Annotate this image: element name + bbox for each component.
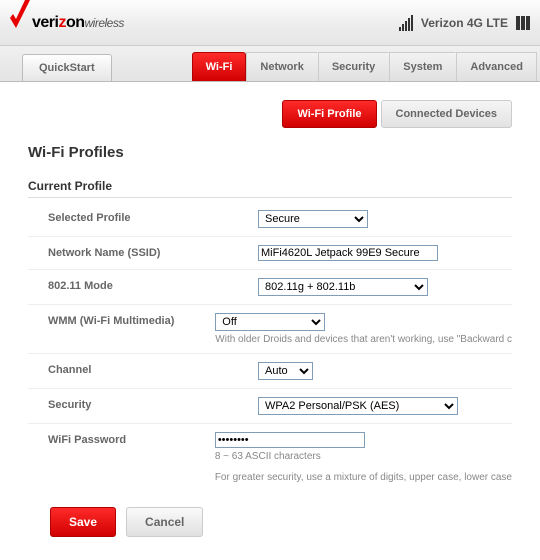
battery-icon — [516, 16, 530, 30]
verizon-check-icon — [10, 0, 30, 46]
label-security: Security — [28, 397, 258, 411]
section-title: Current Profile — [28, 179, 512, 198]
select-mode[interactable]: 802.11g + 802.11b — [258, 278, 428, 296]
brand-logo: verizonwireless — [10, 0, 124, 46]
hint-password-2: For greater security, use a mixture of d… — [215, 472, 512, 483]
input-ssid[interactable] — [258, 245, 438, 261]
page-title: Wi-Fi Profiles — [28, 144, 512, 161]
subtab-wifi-profile[interactable]: Wi-Fi Profile — [282, 100, 376, 128]
hint-wmm: With older Droids and devices that aren'… — [215, 334, 512, 345]
select-channel[interactable]: Auto — [258, 362, 313, 380]
label-channel: Channel — [28, 362, 258, 376]
brand-part1: veri — [32, 14, 58, 31]
brand-part2: z — [58, 14, 66, 31]
label-mode: 802.11 Mode — [28, 278, 258, 292]
tab-advanced[interactable]: Advanced — [456, 52, 537, 81]
row-mode: 802.11 Mode 802.11g + 802.11b — [28, 270, 512, 305]
row-wmm: WMM (Wi-Fi Multimedia) Off With older Dr… — [28, 305, 512, 354]
label-wmm: WMM (Wi-Fi Multimedia) — [28, 313, 215, 327]
tab-quickstart[interactable]: QuickStart — [22, 54, 112, 81]
tab-wifi[interactable]: Wi-Fi — [192, 52, 247, 81]
label-password: WiFi Password — [28, 432, 215, 446]
select-wmm[interactable]: Off — [215, 313, 325, 331]
input-password[interactable] — [215, 432, 365, 448]
content-panel: Wi-Fi Profiles Current Profile Selected … — [0, 134, 540, 537]
row-selected-profile: Selected Profile Secure — [28, 202, 512, 237]
row-security: Security WPA2 Personal/PSK (AES) — [28, 389, 512, 424]
subtab-connected-devices[interactable]: Connected Devices — [381, 100, 512, 128]
row-channel: Channel Auto — [28, 354, 512, 389]
main-tab-row: QuickStart Wi-Fi Network Security System… — [0, 46, 540, 82]
label-ssid: Network Name (SSID) — [28, 245, 258, 259]
row-ssid: Network Name (SSID) — [28, 237, 512, 270]
signal-bars-icon — [399, 15, 413, 31]
save-button[interactable]: Save — [50, 507, 116, 537]
row-password: WiFi Password 8 ~ 63 ASCII characters Fo… — [28, 424, 512, 491]
network-label: Verizon 4G LTE — [421, 16, 508, 30]
tab-system[interactable]: System — [389, 52, 456, 81]
status-area: Verizon 4G LTE — [399, 15, 530, 31]
cancel-button[interactable]: Cancel — [126, 507, 203, 537]
footer-buttons: Save Cancel — [28, 491, 512, 537]
label-selected-profile: Selected Profile — [28, 210, 258, 224]
select-selected-profile[interactable]: Secure — [258, 210, 368, 228]
sub-tab-row: Wi-Fi Profile Connected Devices — [0, 82, 540, 134]
top-bar: verizonwireless Verizon 4G LTE — [0, 0, 540, 46]
select-security[interactable]: WPA2 Personal/PSK (AES) — [258, 397, 458, 415]
tab-network[interactable]: Network — [246, 52, 317, 81]
tab-security[interactable]: Security — [318, 52, 389, 81]
brand-part3: on — [66, 14, 85, 31]
hint-password-1: 8 ~ 63 ASCII characters — [215, 451, 512, 462]
brand-sub: wireless — [85, 16, 124, 30]
